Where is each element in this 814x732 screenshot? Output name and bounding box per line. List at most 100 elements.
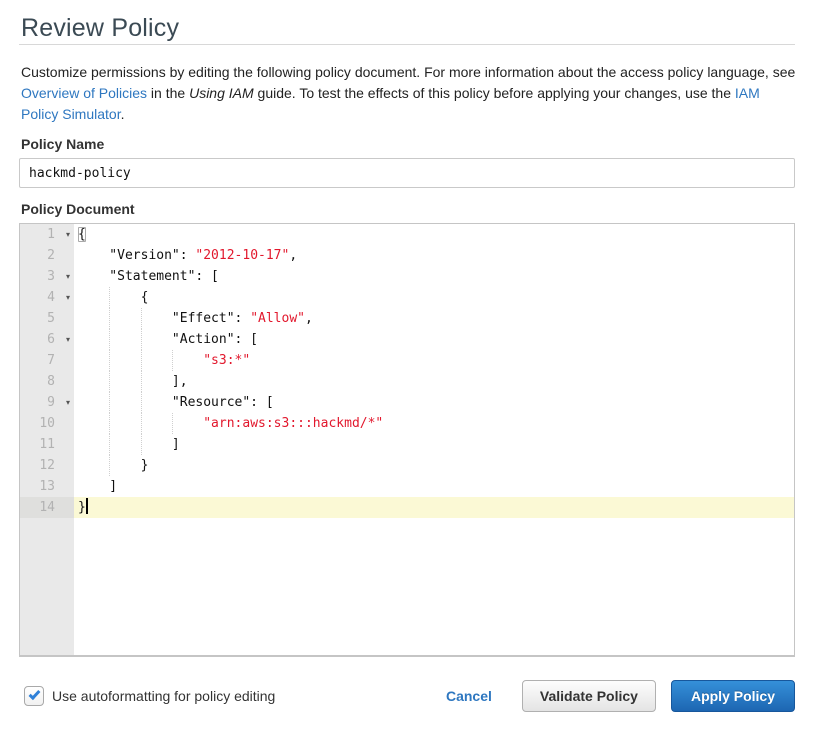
code-text[interactable]: } bbox=[74, 455, 794, 476]
line-number: 1▾ bbox=[20, 224, 74, 245]
code-text[interactable]: "Action": [ bbox=[74, 329, 794, 350]
footer-bar: Use autoformatting for policy editing Ca… bbox=[19, 680, 795, 712]
code-token: "Effect": bbox=[78, 311, 250, 326]
line-number: 12 bbox=[20, 455, 74, 476]
overview-of-policies-link[interactable]: Overview of Policies bbox=[21, 85, 147, 101]
cancel-link[interactable]: Cancel bbox=[446, 688, 492, 704]
indent-guide bbox=[109, 350, 110, 371]
code-text[interactable]: "arn:aws:s3:::hackmd/*" bbox=[74, 413, 794, 434]
indent-guide bbox=[109, 455, 110, 476]
code-line[interactable]: 10 "arn:aws:s3:::hackmd/*" bbox=[20, 413, 794, 434]
policy-name-label: Policy Name bbox=[21, 136, 795, 152]
title-divider bbox=[19, 44, 795, 45]
indent-guide bbox=[109, 308, 110, 329]
indent-guide bbox=[141, 392, 142, 413]
review-policy-page: Review Policy Customize permissions by e… bbox=[0, 13, 814, 712]
code-line[interactable]: 5 "Effect": "Allow", bbox=[20, 308, 794, 329]
code-line[interactable]: 1▾ { bbox=[20, 224, 794, 245]
indent-guide bbox=[172, 413, 173, 434]
code-line[interactable]: 8 ], bbox=[20, 371, 794, 392]
policy-editor-lines: 1▾{2 "Version": "2012-10-17",3▾ "Stateme… bbox=[20, 224, 794, 518]
code-text[interactable]: "Version": "2012-10-17", bbox=[74, 245, 794, 266]
code-token: "2012-10-17" bbox=[195, 248, 289, 263]
code-token: "Version": bbox=[78, 248, 195, 263]
code-line[interactable]: 7 "s3:*" bbox=[20, 350, 794, 371]
indent-guide bbox=[109, 392, 110, 413]
code-token: "arn:aws:s3:::hackmd/*" bbox=[203, 416, 383, 431]
policy-document-label: Policy Document bbox=[21, 201, 795, 217]
code-token: } bbox=[78, 458, 148, 473]
page-title: Review Policy bbox=[21, 13, 795, 43]
code-token: , bbox=[289, 248, 297, 263]
code-token: "Statement": [ bbox=[78, 269, 219, 284]
validate-policy-button[interactable]: Validate Policy bbox=[522, 680, 656, 712]
code-token: ] bbox=[78, 479, 117, 494]
code-text[interactable]: { bbox=[74, 224, 794, 245]
code-line[interactable]: 11 ] bbox=[20, 434, 794, 455]
indent-guide bbox=[109, 413, 110, 434]
code-token: } bbox=[78, 500, 86, 515]
indent-guide bbox=[141, 329, 142, 350]
code-fold-arrow-icon[interactable]: ▾ bbox=[66, 224, 70, 245]
code-text[interactable]: "Statement": [ bbox=[74, 266, 794, 287]
autoformat-checkbox[interactable] bbox=[24, 686, 44, 706]
code-line[interactable]: 4▾ { bbox=[20, 287, 794, 308]
intro-text-4: . bbox=[121, 106, 125, 122]
code-token: "Action": [ bbox=[78, 332, 258, 347]
indent-guide bbox=[109, 329, 110, 350]
line-number: 5 bbox=[20, 308, 74, 329]
code-text[interactable]: ] bbox=[74, 434, 794, 455]
code-line[interactable]: 13 ] bbox=[20, 476, 794, 497]
code-line[interactable]: 9▾ "Resource": [ bbox=[20, 392, 794, 413]
code-line[interactable]: 2 "Version": "2012-10-17", bbox=[20, 245, 794, 266]
policy-editor[interactable]: 1▾{2 "Version": "2012-10-17",3▾ "Stateme… bbox=[19, 223, 795, 657]
text-cursor bbox=[86, 498, 88, 514]
code-fold-arrow-icon[interactable]: ▾ bbox=[66, 392, 70, 413]
apply-policy-button[interactable]: Apply Policy bbox=[671, 680, 795, 712]
code-token: "Allow" bbox=[250, 311, 305, 326]
code-text[interactable]: "s3:*" bbox=[74, 350, 794, 371]
using-iam-guide-name: Using IAM bbox=[189, 85, 254, 101]
line-number: 2 bbox=[20, 245, 74, 266]
indent-guide bbox=[109, 434, 110, 455]
code-text[interactable]: } bbox=[74, 497, 794, 518]
line-number: 11 bbox=[20, 434, 74, 455]
indent-guide bbox=[141, 413, 142, 434]
indent-guide bbox=[141, 371, 142, 392]
code-line[interactable]: 12 } bbox=[20, 455, 794, 476]
code-token: { bbox=[78, 227, 86, 242]
line-number: 10 bbox=[20, 413, 74, 434]
checkmark-icon bbox=[29, 688, 41, 700]
intro-paragraph: Customize permissions by editing the fol… bbox=[21, 62, 799, 125]
code-text[interactable]: ] bbox=[74, 476, 794, 497]
code-token: ], bbox=[78, 374, 188, 389]
code-fold-arrow-icon[interactable]: ▾ bbox=[66, 329, 70, 350]
footer-actions: Cancel Validate Policy Apply Policy bbox=[446, 680, 795, 712]
indent-guide bbox=[109, 287, 110, 308]
policy-name-input[interactable] bbox=[19, 158, 795, 188]
code-line[interactable]: 14} bbox=[20, 497, 794, 518]
code-text[interactable]: "Effect": "Allow", bbox=[74, 308, 794, 329]
code-text[interactable]: ], bbox=[74, 371, 794, 392]
line-number: 8 bbox=[20, 371, 74, 392]
code-fold-arrow-icon[interactable]: ▾ bbox=[66, 287, 70, 308]
indent-guide bbox=[141, 308, 142, 329]
code-line[interactable]: 6▾ "Action": [ bbox=[20, 329, 794, 350]
code-token: "s3:*" bbox=[203, 353, 250, 368]
line-number: 13 bbox=[20, 476, 74, 497]
autoformat-label[interactable]: Use autoformatting for policy editing bbox=[52, 688, 275, 704]
code-token: ] bbox=[78, 437, 180, 452]
indent-guide bbox=[172, 350, 173, 371]
line-number: 3▾ bbox=[20, 266, 74, 287]
code-fold-arrow-icon[interactable]: ▾ bbox=[66, 266, 70, 287]
indent-guide bbox=[141, 350, 142, 371]
code-token: , bbox=[305, 311, 313, 326]
code-token: { bbox=[78, 290, 148, 305]
code-line[interactable]: 3▾ "Statement": [ bbox=[20, 266, 794, 287]
line-number: 14 bbox=[20, 497, 74, 518]
code-text[interactable]: { bbox=[74, 287, 794, 308]
line-number: 7 bbox=[20, 350, 74, 371]
code-text[interactable]: "Resource": [ bbox=[74, 392, 794, 413]
intro-text-2: in the bbox=[147, 85, 189, 101]
line-number: 6▾ bbox=[20, 329, 74, 350]
